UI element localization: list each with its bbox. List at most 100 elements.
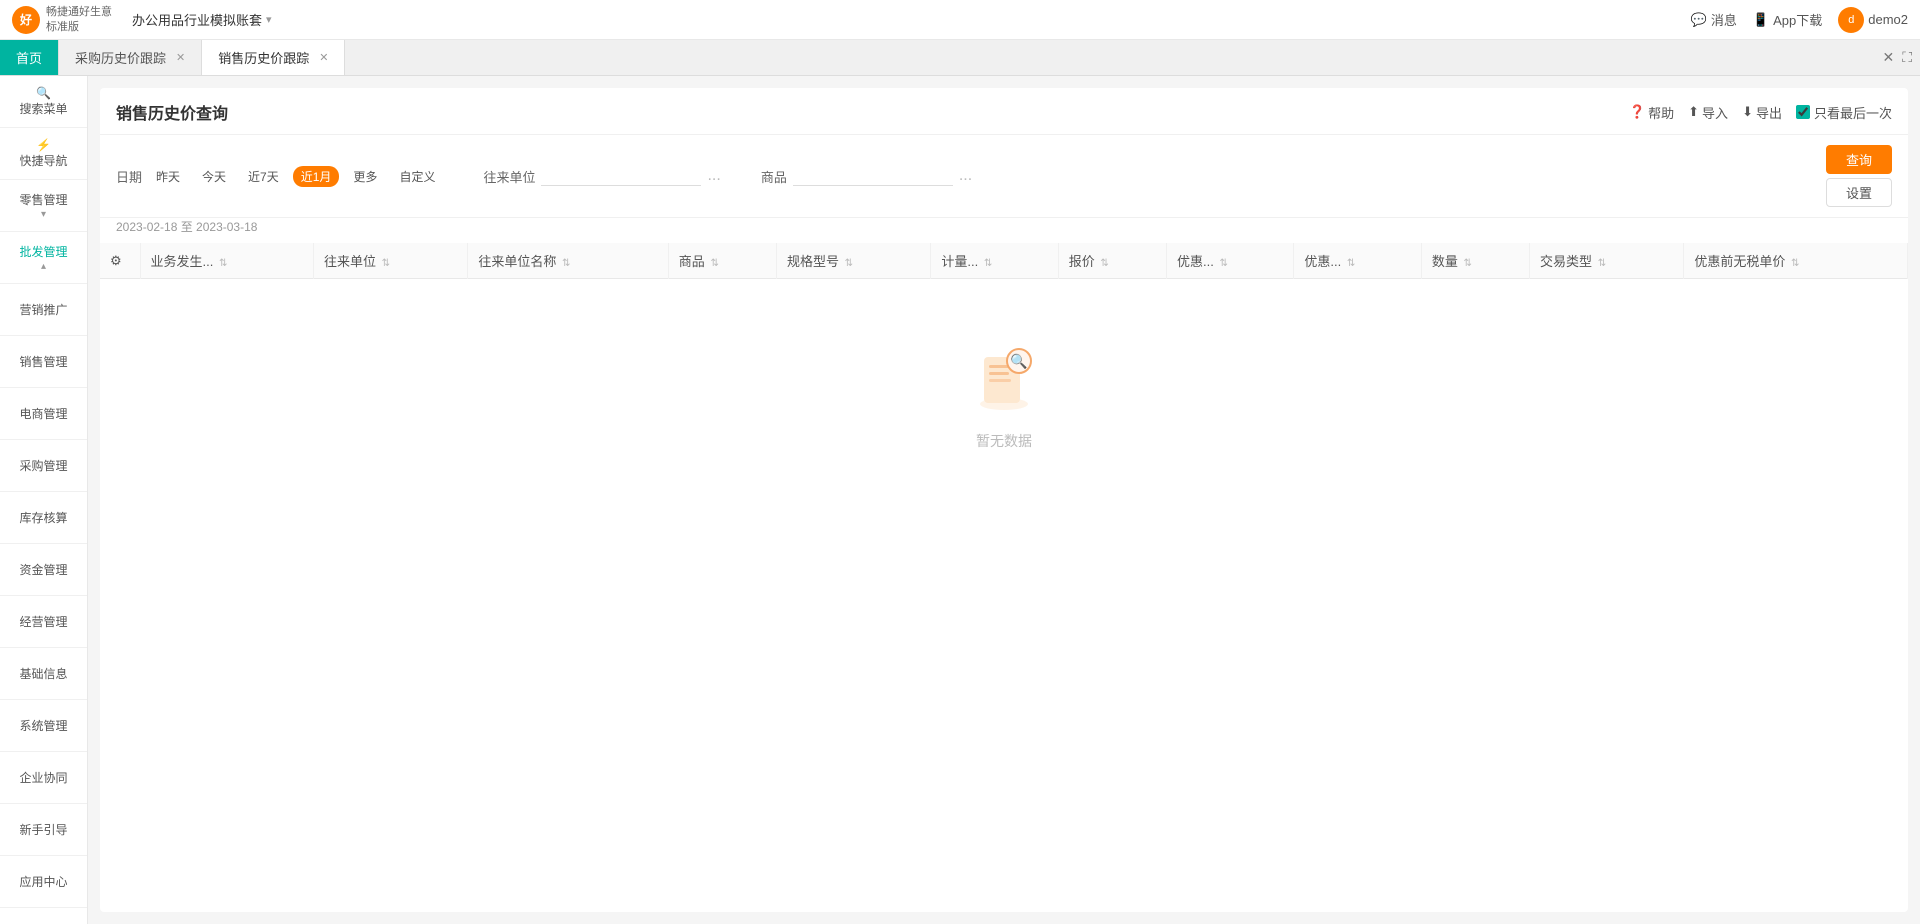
sort-icon: ⇅ bbox=[1219, 258, 1227, 269]
th-business-date[interactable]: 业务发生... ⇅ bbox=[140, 243, 314, 279]
page-header: 销售历史价查询 ❓ 帮助 ⬆ 导入 ⬇ 导出 bbox=[100, 88, 1908, 135]
sidebar-item-guide[interactable]: 新手引导 bbox=[0, 804, 87, 856]
chevron-down-icon: ▾ bbox=[41, 209, 46, 220]
user-area[interactable]: d demo2 bbox=[1838, 7, 1908, 33]
partner-filter-dots[interactable]: ... bbox=[707, 167, 720, 185]
th-discount2[interactable]: 优惠... ⇅ bbox=[1294, 243, 1421, 279]
date-btn-yesterday[interactable]: 昨天 bbox=[148, 166, 188, 187]
th-settings[interactable]: ⚙ bbox=[100, 243, 140, 279]
tab-sales-history[interactable]: 销售历史价跟踪 ✕ bbox=[202, 40, 345, 75]
date-btn-last1month[interactable]: 近1月 bbox=[293, 166, 340, 187]
settings-col-icon[interactable]: ⚙ bbox=[110, 253, 122, 268]
product-filter-group: 商品 ... bbox=[761, 166, 972, 186]
sidebar-item-purchase[interactable]: 采购管理 bbox=[0, 440, 87, 492]
message-button[interactable]: 💬 消息 bbox=[1691, 10, 1737, 29]
chevron-up-icon: ▴ bbox=[41, 261, 46, 272]
product-filter-dots[interactable]: ... bbox=[959, 167, 972, 185]
main-layout: 🔍 搜索菜单 ⚡ 快捷导航 零售管理 ▾ 批发管理 ▴ 营销推广 销售管理 电商… bbox=[0, 76, 1920, 924]
tab-bar: 首页 采购历史价跟踪 ✕ 销售历史价跟踪 ✕ ✕ ⛶ bbox=[0, 40, 1920, 76]
app-download-button[interactable]: 📱 App下载 bbox=[1753, 10, 1822, 29]
sort-icon: ⇅ bbox=[562, 258, 570, 269]
sidebar-item-search[interactable]: 🔍 搜索菜单 bbox=[0, 76, 87, 128]
th-product[interactable]: 商品 ⇅ bbox=[668, 243, 776, 279]
date-filter-group: 日期 昨天 今天 近7天 近1月 更多 自定义 bbox=[116, 166, 443, 187]
filter-bar: 日期 昨天 今天 近7天 近1月 更多 自定义 往来单位 ... 商品 ... bbox=[100, 135, 1908, 218]
empty-state-icon: 🔍 bbox=[964, 339, 1044, 419]
import-icon: ⬆ bbox=[1688, 104, 1699, 120]
top-bar-left: 好 畅捷通好生意 标准版 办公用品行业模拟账套 ▾ bbox=[12, 5, 272, 34]
sort-icon: ⇅ bbox=[382, 258, 390, 269]
sidebar-item-wechat[interactable]: 企业微信 bbox=[0, 908, 87, 924]
page-header-actions: ❓ 帮助 ⬆ 导入 ⬇ 导出 只看最后一次 bbox=[1629, 103, 1892, 122]
page-card: 销售历史价查询 ❓ 帮助 ⬆ 导入 ⬇ 导出 bbox=[100, 88, 1908, 912]
sidebar-item-operations[interactable]: 经营管理 bbox=[0, 596, 87, 648]
date-btn-custom[interactable]: 自定义 bbox=[391, 166, 443, 187]
th-spec[interactable]: 规格型号 ⇅ bbox=[777, 243, 931, 279]
sidebar-item-basic-info[interactable]: 基础信息 bbox=[0, 648, 87, 700]
download-icon: 📱 bbox=[1753, 12, 1769, 28]
avatar: d bbox=[1838, 7, 1864, 33]
tab-purchase-history[interactable]: 采购历史价跟踪 ✕ bbox=[59, 40, 202, 75]
th-price[interactable]: 报价 ⇅ bbox=[1058, 243, 1166, 279]
search-icon: 🔍 bbox=[36, 86, 51, 100]
sort-icon: ⇅ bbox=[845, 258, 853, 269]
date-range-display: 2023-02-18 至 2023-03-18 bbox=[100, 218, 1908, 243]
product-filter-input[interactable] bbox=[793, 166, 953, 186]
sidebar-item-retail[interactable]: 零售管理 ▾ bbox=[0, 180, 87, 232]
sidebar-item-app-center[interactable]: 应用中心 bbox=[0, 856, 87, 908]
th-partner-name[interactable]: 往来单位名称 ⇅ bbox=[468, 243, 668, 279]
export-button[interactable]: ⬇ 导出 bbox=[1742, 103, 1782, 122]
sidebar-item-inventory[interactable]: 库存核算 bbox=[0, 492, 87, 544]
th-quantity[interactable]: 数量 ⇅ bbox=[1421, 243, 1529, 279]
table-header: ⚙ 业务发生... ⇅ 往来单位 ⇅ 往来单位名称 bbox=[100, 243, 1908, 279]
sort-icon: ⇅ bbox=[219, 258, 227, 269]
tab-home[interactable]: 首页 bbox=[0, 40, 59, 75]
partner-filter-group: 往来单位 ... bbox=[483, 166, 720, 186]
app-logo-icon: 好 bbox=[12, 6, 40, 34]
sidebar-item-enterprise[interactable]: 企业协同 bbox=[0, 752, 87, 804]
date-btn-last7days[interactable]: 近7天 bbox=[240, 166, 287, 187]
chevron-down-icon: ▾ bbox=[266, 13, 272, 26]
content-area: 销售历史价查询 ❓ 帮助 ⬆ 导入 ⬇ 导出 bbox=[88, 76, 1920, 924]
th-trade-type[interactable]: 交易类型 ⇅ bbox=[1530, 243, 1684, 279]
th-unit[interactable]: 计量... ⇅ bbox=[931, 243, 1058, 279]
table-container[interactable]: ⚙ 业务发生... ⇅ 往来单位 ⇅ 往来单位名称 bbox=[100, 243, 1908, 912]
close-window-icon[interactable]: ✕ bbox=[1882, 49, 1894, 66]
sidebar-item-marketing[interactable]: 营销推广 bbox=[0, 284, 87, 336]
empty-state: 🔍 暂无数据 bbox=[100, 279, 1908, 511]
top-bar: 好 畅捷通好生意 标准版 办公用品行业模拟账套 ▾ 💬 消息 📱 App下载 d… bbox=[0, 0, 1920, 40]
th-pretax-price[interactable]: 优惠前无税单价 ⇅ bbox=[1684, 243, 1908, 279]
tab-close-purchase[interactable]: ✕ bbox=[176, 51, 185, 64]
sidebar-item-ecommerce[interactable]: 电商管理 bbox=[0, 388, 87, 440]
partner-filter-input[interactable] bbox=[541, 166, 701, 186]
date-btn-today[interactable]: 今天 bbox=[194, 166, 234, 187]
sidebar-item-wholesale[interactable]: 批发管理 ▴ bbox=[0, 232, 87, 284]
sidebar-item-finance[interactable]: 资金管理 bbox=[0, 544, 87, 596]
action-buttons: 查询 设置 bbox=[1826, 145, 1892, 207]
logo-text: 畅捷通好生意 标准版 bbox=[46, 5, 112, 34]
message-icon: 💬 bbox=[1691, 12, 1707, 28]
only-last-label[interactable]: 只看最后一次 bbox=[1796, 103, 1892, 122]
th-discount1[interactable]: 优惠... ⇅ bbox=[1166, 243, 1293, 279]
help-icon: ❓ bbox=[1629, 104, 1645, 120]
app-selector[interactable]: 办公用品行业模拟账套 ▾ bbox=[132, 10, 272, 29]
th-partner-code[interactable]: 往来单位 ⇅ bbox=[314, 243, 468, 279]
import-button[interactable]: ⬆ 导入 bbox=[1688, 103, 1728, 122]
sort-icon: ⇅ bbox=[1463, 258, 1471, 269]
settings-button[interactable]: 设置 bbox=[1826, 178, 1892, 207]
sidebar-item-sales-mgmt[interactable]: 销售管理 bbox=[0, 336, 87, 388]
sidebar: 🔍 搜索菜单 ⚡ 快捷导航 零售管理 ▾ 批发管理 ▴ 营销推广 销售管理 电商… bbox=[0, 76, 88, 924]
query-button[interactable]: 查询 bbox=[1826, 145, 1892, 174]
sidebar-item-quick-nav[interactable]: ⚡ 快捷导航 bbox=[0, 128, 87, 180]
product-filter-label: 商品 bbox=[761, 167, 787, 186]
tab-close-sales[interactable]: ✕ bbox=[319, 51, 328, 64]
help-button[interactable]: ❓ 帮助 bbox=[1629, 103, 1674, 122]
date-btn-more[interactable]: 更多 bbox=[345, 166, 385, 187]
page-title: 销售历史价查询 bbox=[116, 100, 228, 124]
export-icon: ⬇ bbox=[1742, 104, 1753, 120]
sort-icon: ⇅ bbox=[1791, 258, 1799, 269]
quick-nav-icon: ⚡ bbox=[36, 138, 51, 152]
sidebar-item-system[interactable]: 系统管理 bbox=[0, 700, 87, 752]
maximize-icon[interactable]: ⛶ bbox=[1902, 49, 1912, 66]
only-last-checkbox[interactable] bbox=[1796, 105, 1810, 119]
